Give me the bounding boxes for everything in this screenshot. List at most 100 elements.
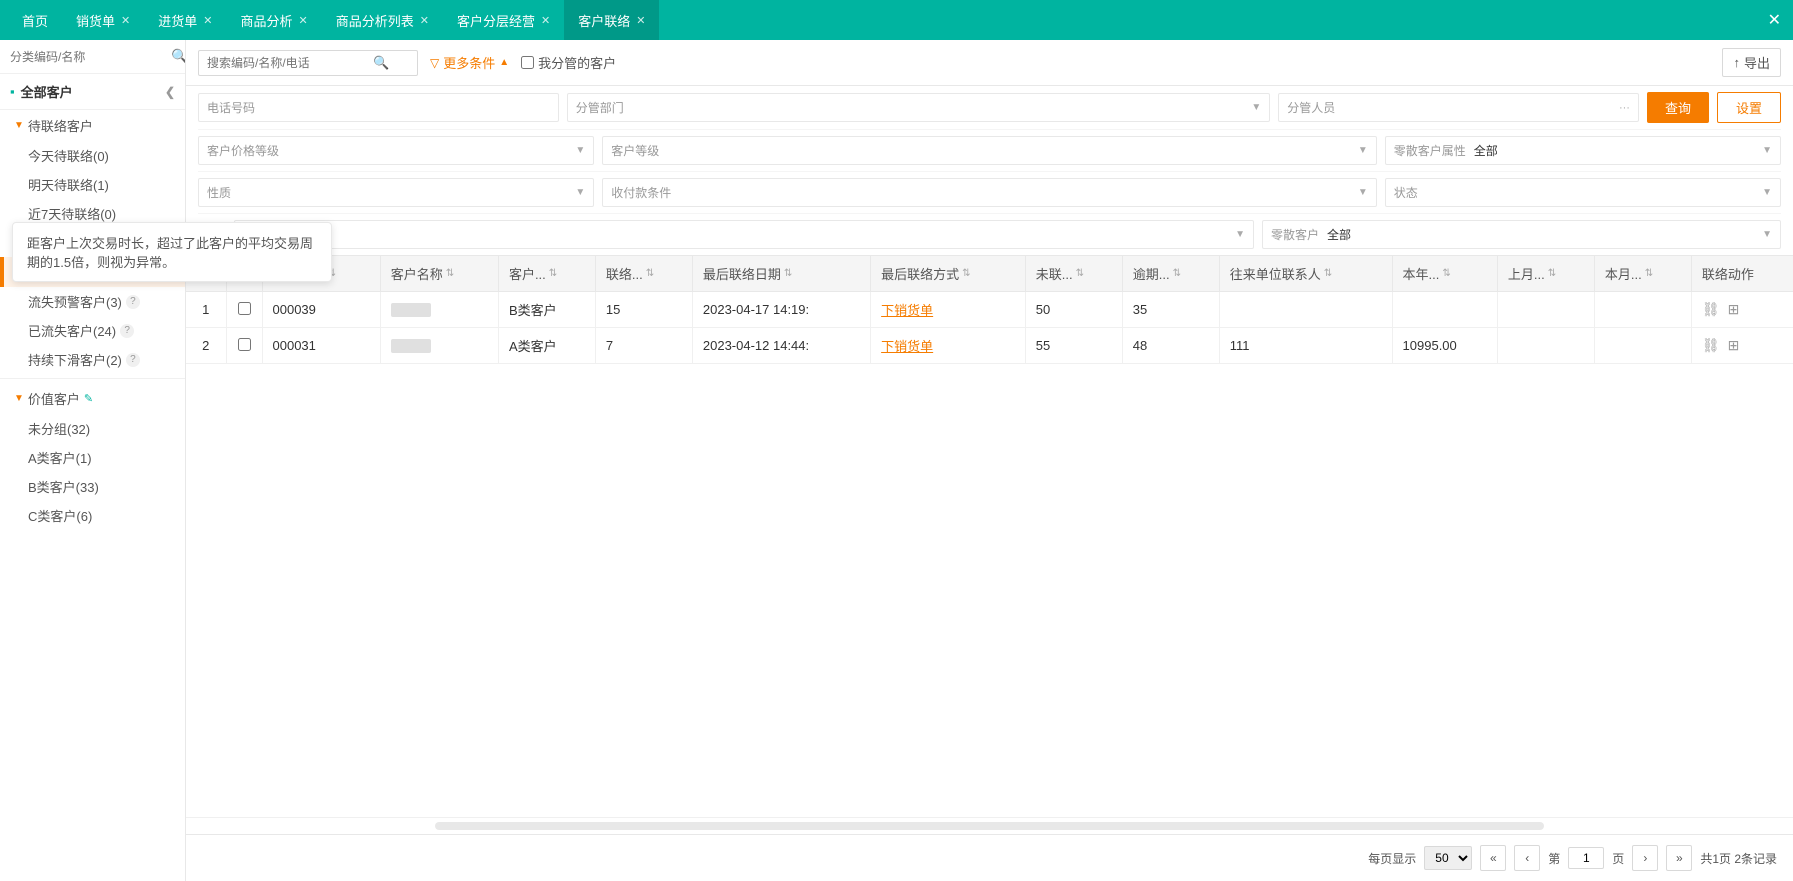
pay-field[interactable]: 收付款条件 ▼ xyxy=(602,178,1377,207)
row2-name[interactable] xyxy=(380,328,498,364)
customer-grade-field[interactable]: 客户等级 ▼ xyxy=(602,136,1377,165)
name-sort-icon[interactable]: ⇅ xyxy=(446,268,454,279)
unpaid-sort-icon[interactable]: ⇅ xyxy=(1076,268,1084,279)
nav-home[interactable]: 首页 xyxy=(8,0,62,40)
type-sort-icon[interactable]: ⇅ xyxy=(549,268,557,279)
nav-customer-contact[interactable]: 客户联络 ✕ xyxy=(564,0,659,40)
nav-product-analysis[interactable]: 商品分析 ✕ xyxy=(226,0,321,40)
retail-attr-field[interactable]: 零散客户属性 全部 ▼ xyxy=(1385,136,1781,165)
sidebar-search-icon[interactable]: 🔍 xyxy=(171,48,186,65)
search-input[interactable] xyxy=(207,56,367,70)
a-class-customers[interactable]: A类客户(1) xyxy=(0,443,185,472)
sidebar-search-input[interactable] xyxy=(10,50,165,64)
row2-check[interactable] xyxy=(226,328,262,364)
my-customers-checkbox-wrap: 我分管的客户 xyxy=(521,53,616,72)
settings-button[interactable]: 设置 xyxy=(1717,92,1781,123)
close-product-list-tab[interactable]: ✕ xyxy=(420,14,429,27)
row1-lastmethod[interactable]: 下销货单 xyxy=(871,292,1026,328)
phone-field[interactable]: 电话号码 xyxy=(198,93,559,122)
row1-check[interactable] xyxy=(226,292,262,328)
close-purchase-tab[interactable]: ✕ xyxy=(203,14,212,27)
close-sales-tab[interactable]: ✕ xyxy=(121,14,130,27)
per-page-select[interactable]: 50 xyxy=(1424,846,1472,870)
col-lastdate-header: 最后联络日期 ⇅ xyxy=(692,256,870,292)
churned-customers[interactable]: 已流失客户(24) ? xyxy=(0,316,185,345)
cc-sort-icon[interactable]: ⇅ xyxy=(1324,268,1332,279)
lastmethod-sort-icon[interactable]: ⇅ xyxy=(962,268,970,279)
export-icon: ↑ xyxy=(1733,55,1740,70)
price-grade-field[interactable]: 客户价格等级 ▼ xyxy=(198,136,594,165)
row2-link-icon[interactable]: ⛓ xyxy=(1702,337,1720,354)
thisyear-sort-icon[interactable]: ⇅ xyxy=(1442,268,1450,279)
filter-row-2: 客户价格等级 ▼ 客户等级 ▼ 零散客户属性 全部 ▼ xyxy=(198,130,1781,172)
export-button[interactable]: ↑ 导出 xyxy=(1722,48,1781,77)
row1-name[interactable] xyxy=(380,292,498,328)
close-contact-tab[interactable]: ✕ xyxy=(636,14,645,27)
filter-actions: 查询 设置 xyxy=(1647,92,1781,123)
table-row: 2 000031 A类客户 7 2023-04-12 14:44: 下销货单 5… xyxy=(186,328,1793,364)
declining-customers[interactable]: 持续下滑客户(2) ? xyxy=(0,345,185,374)
value-group[interactable]: ▼ 价值客户 ✎ xyxy=(0,383,185,414)
row1-overdue: 35 xyxy=(1122,292,1219,328)
retail-customer-field[interactable]: 零散客户 全部 ▼ xyxy=(1262,220,1781,249)
row2-checkbox[interactable] xyxy=(238,338,251,351)
contact-sort-icon[interactable]: ⇅ xyxy=(646,268,654,279)
customer-type-field[interactable]: 客户类型 ▼ xyxy=(234,220,1254,249)
search-wrapper: 🔍 xyxy=(198,50,418,76)
customer-table: ⚙ 客户编码 ⇅ 客户名称 xyxy=(186,256,1793,364)
row1-num: 1 xyxy=(186,292,226,328)
today-pending[interactable]: 今天待联络(0) xyxy=(0,141,185,170)
pagination: 每页显示 50 « ‹ 第 页 › » 共1页 2条记录 xyxy=(186,834,1793,881)
horizontal-scrollbar[interactable] xyxy=(435,822,1543,830)
more-conditions-btn[interactable]: ▽ 更多条件 ▲ xyxy=(430,53,509,72)
page-input[interactable] xyxy=(1568,847,1604,869)
row2-lastmethod[interactable]: 下销货单 xyxy=(871,328,1026,364)
price-grade-chevron: ▼ xyxy=(575,145,585,156)
close-product-analysis-tab[interactable]: ✕ xyxy=(299,14,308,27)
lastdate-sort-icon[interactable]: ⇅ xyxy=(784,268,792,279)
nav-sales[interactable]: 销货单 ✕ xyxy=(62,0,144,40)
col-overdue-header: 逾期... ⇅ xyxy=(1122,256,1219,292)
pending-group[interactable]: ▼ 待联络客户 xyxy=(0,110,185,141)
row2-lastdate: 2023-04-12 14:44: xyxy=(692,328,870,364)
tomorrow-pending[interactable]: 明天待联络(1) xyxy=(0,170,185,199)
sidebar-collapse-right[interactable]: ❮ xyxy=(165,85,175,99)
all-customers-title[interactable]: ▪ 全部客户 ❮ xyxy=(0,74,185,110)
row1-link-icon[interactable]: ⛓ xyxy=(1702,301,1720,318)
my-customers-checkbox[interactable] xyxy=(521,56,534,69)
nav-product-list[interactable]: 商品分析列表 ✕ xyxy=(322,0,443,40)
churn-warning[interactable]: 流失预警客户(3) ? xyxy=(0,287,185,316)
next-page-btn[interactable]: › xyxy=(1632,845,1658,871)
prev-page-btn[interactable]: ‹ xyxy=(1514,845,1540,871)
c-class-customers[interactable]: C类客户(6) xyxy=(0,501,185,530)
dept-chevron: ▼ xyxy=(1251,102,1261,113)
gender-field[interactable]: 性质 ▼ xyxy=(198,178,594,207)
nav-customer-segment[interactable]: 客户分层经营 ✕ xyxy=(443,0,564,40)
row1-checkbox[interactable] xyxy=(238,302,251,315)
query-button[interactable]: 查询 xyxy=(1647,92,1709,123)
first-page-btn[interactable]: « xyxy=(1480,845,1506,871)
window-close-button[interactable]: ✕ xyxy=(1768,10,1781,30)
ungroup-customers[interactable]: 未分组(32) xyxy=(0,414,185,443)
status-field[interactable]: 状态 ▼ xyxy=(1385,178,1781,207)
close-segment-tab[interactable]: ✕ xyxy=(541,14,550,27)
row1-contact: 15 xyxy=(595,292,692,328)
tooltip-popup: 距客户上次交易时长，超过了此客户的平均交易周期的1.5倍，则视为异常。 xyxy=(12,222,332,282)
b-class-customers[interactable]: B类客户(33) xyxy=(0,472,185,501)
row2-grid-icon[interactable]: ⊞ xyxy=(1728,337,1740,354)
dept-field[interactable]: 分管部门 ▼ xyxy=(567,93,1270,122)
retail-cust-chevron: ▼ xyxy=(1762,229,1772,240)
filter-row-3: 性质 ▼ 收付款条件 ▼ 状态 ▼ xyxy=(198,172,1781,214)
value-edit-icon[interactable]: ✎ xyxy=(84,392,93,405)
filter-search-icon[interactable]: 🔍 xyxy=(373,55,389,71)
thismonth-sort-icon[interactable]: ⇅ xyxy=(1645,268,1653,279)
overdue-sort-icon[interactable]: ⇅ xyxy=(1173,268,1181,279)
person-field[interactable]: 分管人员 ··· xyxy=(1278,93,1639,122)
lastmonth-sort-icon[interactable]: ⇅ xyxy=(1548,268,1556,279)
col-action-header: 联络动作 xyxy=(1691,256,1793,292)
filter-row-1: 电话号码 分管部门 ▼ 分管人员 ··· 查询 设置 xyxy=(198,86,1781,130)
pay-chevron: ▼ xyxy=(1358,187,1368,198)
row1-grid-icon[interactable]: ⊞ xyxy=(1728,301,1740,318)
last-page-btn[interactable]: » xyxy=(1666,845,1692,871)
nav-purchase[interactable]: 进货单 ✕ xyxy=(144,0,226,40)
